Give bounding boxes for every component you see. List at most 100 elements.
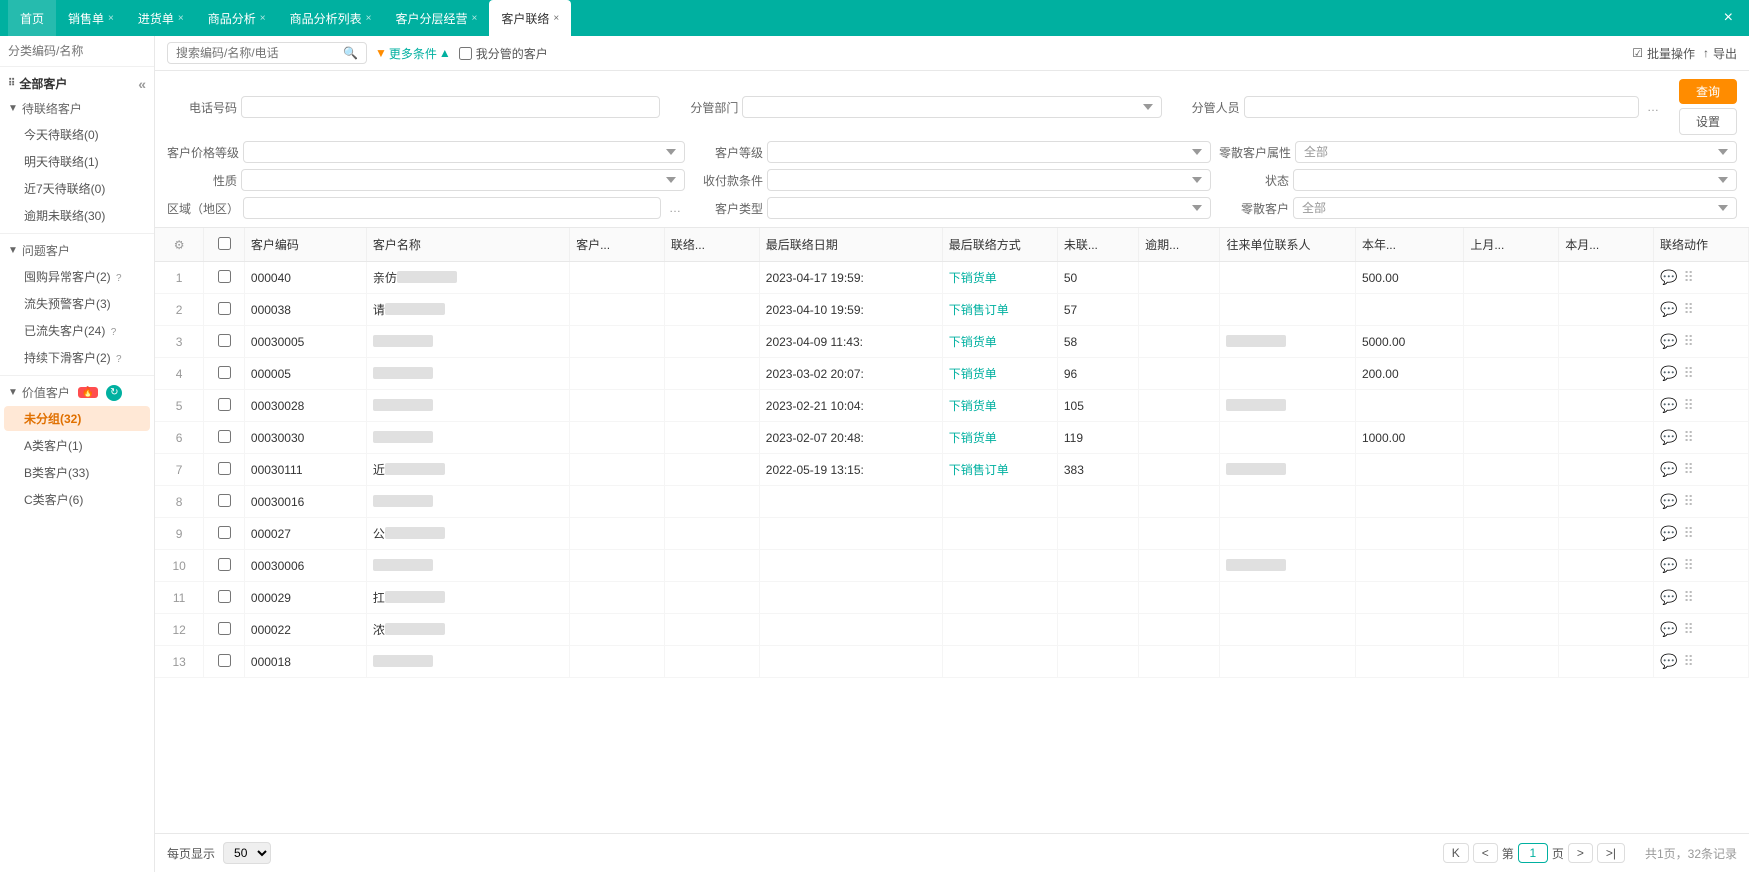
row-checkbox[interactable] bbox=[218, 526, 231, 539]
col-header-this-month[interactable]: 本月... bbox=[1559, 228, 1654, 262]
action-cell[interactable]: 💬⠿ bbox=[1654, 518, 1749, 550]
col-header-pending[interactable]: 未联... bbox=[1057, 228, 1138, 262]
filter-select-payment[interactable] bbox=[767, 169, 1211, 191]
export-button[interactable]: ↑ 导出 bbox=[1703, 45, 1737, 62]
row-checkbox-cell[interactable] bbox=[204, 294, 245, 326]
row-checkbox[interactable] bbox=[218, 494, 231, 507]
message-icon[interactable]: 💬 bbox=[1660, 493, 1677, 510]
last-contact-method[interactable]: 下销售订单 bbox=[942, 294, 1057, 326]
message-icon[interactable]: 💬 bbox=[1660, 653, 1677, 670]
message-icon[interactable]: 💬 bbox=[1660, 525, 1677, 542]
action-cell[interactable]: 💬⠿ bbox=[1654, 454, 1749, 486]
sidebar-item-declining[interactable]: 持续下滑客户(2) ? bbox=[4, 345, 150, 370]
row-checkbox-cell[interactable] bbox=[204, 422, 245, 454]
close-product-analysis-list-icon[interactable]: × bbox=[366, 13, 372, 24]
filter-select-cust-type[interactable] bbox=[767, 197, 1211, 219]
contact-method-link[interactable]: 下销货单 bbox=[949, 335, 997, 349]
sidebar-item-class-a[interactable]: A类客户(1) bbox=[4, 433, 150, 458]
sidebar-item-tomorrow-pending[interactable]: 明天待联络(1) bbox=[4, 149, 150, 174]
tab-product-analysis[interactable]: 商品分析 × bbox=[196, 0, 278, 36]
sidebar-item-overdue-pending[interactable]: 逾期未联络(30) bbox=[4, 203, 150, 228]
last-contact-method[interactable] bbox=[942, 582, 1057, 614]
message-icon[interactable]: 💬 bbox=[1660, 301, 1677, 318]
col-header-partner[interactable]: 往来单位联系人 bbox=[1220, 228, 1355, 262]
grid-icon[interactable]: ⠿ bbox=[1683, 397, 1693, 414]
sidebar-item-lost[interactable]: 已流失客户(24) ? bbox=[4, 318, 150, 343]
row-checkbox-cell[interactable] bbox=[204, 614, 245, 646]
message-icon[interactable]: 💬 bbox=[1660, 429, 1677, 446]
reset-button[interactable]: 设置 bbox=[1679, 108, 1737, 135]
query-button[interactable]: 查询 bbox=[1679, 79, 1737, 104]
filter-select-zero-attr[interactable]: 全部 bbox=[1295, 141, 1737, 163]
message-icon[interactable]: 💬 bbox=[1660, 333, 1677, 350]
sidebar-item-abnormal[interactable]: 囤购异常客户(2) ? bbox=[4, 264, 150, 289]
col-header-overdue[interactable]: 逾期... bbox=[1139, 228, 1220, 262]
close-product-analysis-icon[interactable]: × bbox=[260, 13, 266, 24]
tab-sales-order[interactable]: 销售单 × bbox=[56, 0, 126, 36]
message-icon[interactable]: 💬 bbox=[1660, 269, 1677, 286]
col-header-last-month[interactable]: 上月... bbox=[1464, 228, 1559, 262]
grid-icon[interactable]: ⠿ bbox=[1683, 493, 1693, 510]
row-checkbox[interactable] bbox=[218, 654, 231, 667]
close-sales-order-icon[interactable]: × bbox=[108, 13, 114, 24]
col-header-this-year[interactable]: 本年... bbox=[1355, 228, 1463, 262]
col-header-gear[interactable]: ⚙ bbox=[155, 228, 204, 262]
close-customer-contact-icon[interactable]: × bbox=[553, 13, 559, 24]
last-contact-method[interactable]: 下销货单 bbox=[942, 390, 1057, 422]
row-checkbox[interactable] bbox=[218, 366, 231, 379]
action-cell[interactable]: 💬⠿ bbox=[1654, 582, 1749, 614]
action-cell[interactable]: 💬⠿ bbox=[1654, 358, 1749, 390]
last-page-button[interactable]: >| bbox=[1597, 843, 1625, 863]
row-checkbox[interactable] bbox=[218, 462, 231, 475]
row-checkbox[interactable] bbox=[218, 430, 231, 443]
contact-method-link[interactable]: 下销货单 bbox=[949, 399, 997, 413]
close-customer-segment-icon[interactable]: × bbox=[471, 13, 477, 24]
message-icon[interactable]: 💬 bbox=[1660, 397, 1677, 414]
filter-select-status[interactable] bbox=[1293, 169, 1737, 191]
message-icon[interactable]: 💬 bbox=[1660, 621, 1677, 638]
row-checkbox-cell[interactable] bbox=[204, 486, 245, 518]
sidebar-item-class-b[interactable]: B类客户(33) bbox=[4, 460, 150, 485]
filter-select-price-level[interactable] bbox=[243, 141, 685, 163]
contact-method-link[interactable]: 下销货单 bbox=[949, 431, 997, 445]
tab-home[interactable]: 首页 bbox=[8, 0, 56, 36]
message-icon[interactable]: 💬 bbox=[1660, 557, 1677, 574]
grid-icon[interactable]: ⠿ bbox=[1683, 653, 1693, 670]
row-checkbox[interactable] bbox=[218, 590, 231, 603]
row-checkbox-cell[interactable] bbox=[204, 454, 245, 486]
grid-icon[interactable]: ⠿ bbox=[1683, 525, 1693, 542]
col-header-contact[interactable]: 联络... bbox=[664, 228, 759, 262]
row-checkbox-cell[interactable] bbox=[204, 262, 245, 294]
refresh-value-icon[interactable]: ↻ bbox=[106, 385, 122, 401]
gear-icon[interactable]: ⚙ bbox=[174, 238, 185, 252]
message-icon[interactable]: 💬 bbox=[1660, 589, 1677, 606]
action-cell[interactable]: 💬⠿ bbox=[1654, 390, 1749, 422]
sidebar-search-input[interactable] bbox=[8, 44, 155, 58]
col-header-last-method[interactable]: 最后联络方式 bbox=[942, 228, 1057, 262]
filter-input-phone[interactable] bbox=[241, 96, 660, 118]
row-checkbox[interactable] bbox=[218, 334, 231, 347]
message-icon[interactable]: 💬 bbox=[1660, 461, 1677, 478]
sidebar-all-customers[interactable]: ⠿ 全部客户 « bbox=[0, 67, 154, 96]
col-header-last-date[interactable]: 最后联络日期 bbox=[759, 228, 942, 262]
action-cell[interactable]: 💬⠿ bbox=[1654, 486, 1749, 518]
grid-icon[interactable]: ⠿ bbox=[1683, 589, 1693, 606]
next-page-button[interactable]: > bbox=[1568, 843, 1593, 863]
grid-icon[interactable]: ⠿ bbox=[1683, 301, 1693, 318]
row-checkbox-cell[interactable] bbox=[204, 358, 245, 390]
row-checkbox-cell[interactable] bbox=[204, 326, 245, 358]
select-all-checkbox[interactable] bbox=[218, 237, 231, 250]
row-checkbox[interactable] bbox=[218, 558, 231, 571]
per-page-select[interactable]: 50 bbox=[223, 842, 271, 864]
tab-customer-segment[interactable]: 客户分层经营 × bbox=[383, 0, 489, 36]
action-cell[interactable]: 💬⠿ bbox=[1654, 550, 1749, 582]
action-cell[interactable]: 💬⠿ bbox=[1654, 294, 1749, 326]
row-checkbox[interactable] bbox=[218, 270, 231, 283]
row-checkbox[interactable] bbox=[218, 398, 231, 411]
more-conditions-button[interactable]: ▼ 更多条件 ▲ bbox=[375, 45, 451, 62]
sidebar-group-value[interactable]: ▼ 价值客户 🔥 ↻ bbox=[0, 380, 154, 405]
action-cell[interactable]: 💬⠿ bbox=[1654, 422, 1749, 454]
search-icon[interactable]: 🔍 bbox=[343, 46, 358, 60]
row-checkbox[interactable] bbox=[218, 302, 231, 315]
action-cell[interactable]: 💬⠿ bbox=[1654, 614, 1749, 646]
